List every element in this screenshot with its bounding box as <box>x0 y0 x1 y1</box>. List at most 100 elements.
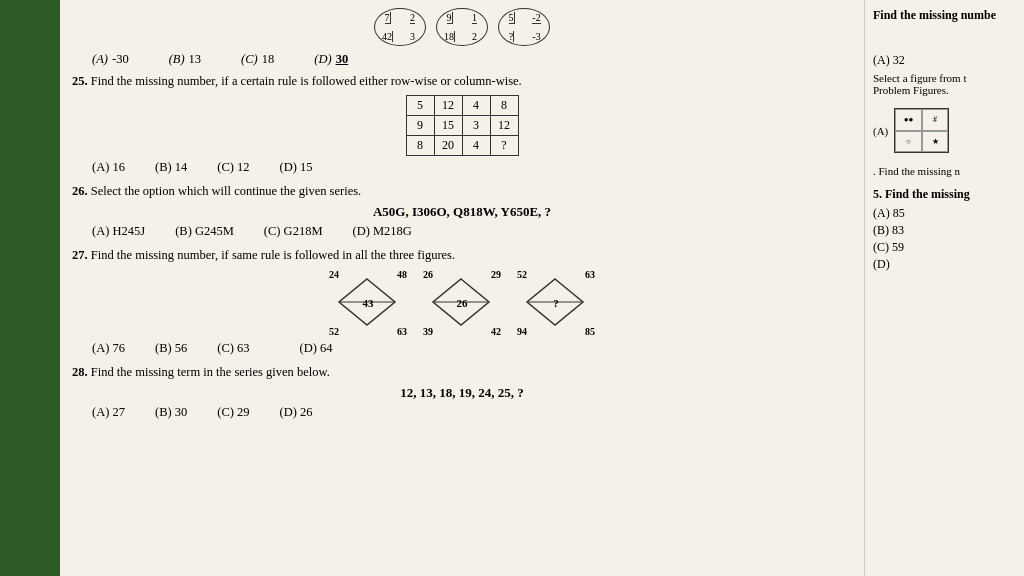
q26-text: 26. Select the option which will continu… <box>72 183 852 201</box>
right-panel: Find the missing numbe (A) 32 Select a f… <box>864 0 1024 576</box>
d3-br: 85 <box>585 326 595 337</box>
cell: 20 <box>434 135 462 155</box>
cell: 4 <box>462 135 490 155</box>
q28-text: 28. Find the missing term in the series … <box>72 364 852 382</box>
cell: 5 <box>509 12 515 24</box>
option-b: (B) G245M <box>175 224 234 239</box>
table-row: 8 20 4 ? <box>406 135 518 155</box>
cell: 4 <box>462 95 490 115</box>
d1-tr: 48 <box>397 269 407 280</box>
left-panel <box>0 0 60 576</box>
cell: -2 <box>532 12 540 24</box>
cell: 3 <box>410 31 415 42</box>
box-cell-br: ★ <box>922 131 949 153</box>
q27-options: (A) 76 (B) 56 (C) 63 (D) 64 <box>72 341 852 356</box>
cell: 12 <box>434 95 462 115</box>
cell: 15 <box>434 115 462 135</box>
box-cell-bl: ○ <box>895 131 922 153</box>
option-c: (C) G218M <box>264 224 323 239</box>
right-panel-title: Find the missing numbe <box>873 8 1016 23</box>
question-26: 26. Select the option which will continu… <box>72 183 852 240</box>
d1-br: 63 <box>397 326 407 337</box>
option-a: (A) -30 <box>92 52 129 67</box>
right-answer-section: (A) 32 Select a figure from tProblem Fig… <box>873 53 1016 96</box>
d1-center: 43 <box>363 297 374 309</box>
option-b: (B) 56 <box>155 341 187 356</box>
cell: 18 <box>444 31 455 42</box>
d1-bl: 52 <box>329 326 339 337</box>
q25-text: 25. Find the missing number, if a certai… <box>72 73 852 91</box>
q5-section: 5. Find the missing (A) 85 (B) 83 (C) 59… <box>873 187 1016 272</box>
top-options: (A) -30 (B) 13 (C) 18 (D) 30 <box>72 52 852 67</box>
d3-center: ? <box>553 297 559 309</box>
option-c: (C) 29 <box>217 405 249 420</box>
q5-option-c: (C) 59 <box>873 240 1016 255</box>
q25-table: 5 12 4 8 9 15 3 12 8 20 4 ? <box>406 95 519 156</box>
circle-fig-2: 9 1 18 2 <box>436 8 488 46</box>
q5-title: 5. Find the missing <box>873 187 1016 202</box>
cell: 2 <box>410 12 415 24</box>
option-b: (B) 30 <box>155 405 187 420</box>
right-fig-box: ●● # ○ ★ <box>894 108 949 153</box>
q27-text: 27. Find the missing number, if same rul… <box>72 247 852 265</box>
circle-fig-3: 5 -2 ? -3 <box>498 8 550 46</box>
option-a: (A) 16 <box>92 160 125 175</box>
d2-br: 42 <box>491 326 501 337</box>
question-25: 25. Find the missing number, if a certai… <box>72 73 852 175</box>
circle-fig-1: 7 2 42 3 <box>374 8 426 46</box>
option-b: (B) 14 <box>155 160 187 175</box>
cell: 5 <box>406 95 434 115</box>
cell: 42 <box>382 31 393 42</box>
option-d: (D) 64 <box>300 341 333 356</box>
right-subtitle: Select a figure from tProblem Figures. <box>873 72 1016 96</box>
q5-option-a: (A) 85 <box>873 206 1016 221</box>
option-d: (D) 15 <box>280 160 313 175</box>
option-a: (A) H245J <box>92 224 145 239</box>
table-row: 5 12 4 8 <box>406 95 518 115</box>
cell: 1 <box>472 12 477 24</box>
option-a: (A) 27 <box>92 405 125 420</box>
q28-series: 12, 13, 18, 19, 24, 25, ? <box>72 385 852 401</box>
option-a: (A) 76 <box>92 341 125 356</box>
option-c: (C) 12 <box>217 160 249 175</box>
cell: ? <box>490 135 518 155</box>
cell: 3 <box>462 115 490 135</box>
q26-series: A50G, I306O, Q818W, Y650E, ? <box>72 204 852 220</box>
diamond-fig-2: 26 29 26 39 42 <box>423 269 501 337</box>
right-box-section: (A) ●● # ○ ★ <box>873 104 1016 157</box>
box-cell-tl: ●● <box>895 109 922 131</box>
q5-option-b: (B) 83 <box>873 223 1016 238</box>
cell: ? <box>509 31 514 42</box>
d2-center: 26 <box>457 297 468 309</box>
right-answer-label: (A) 32 <box>873 53 1016 68</box>
cell: 12 <box>490 115 518 135</box>
cell: 9 <box>406 115 434 135</box>
option-c: (C) 63 <box>217 341 249 356</box>
cell: 7 <box>385 12 391 24</box>
option-b: (B) 13 <box>169 52 201 67</box>
option-d: (D) M218G <box>353 224 412 239</box>
cell: 8 <box>490 95 518 115</box>
q5-option-d: (D) <box>873 257 1016 272</box>
main-content: 7 2 42 3 9 1 18 2 5 -2 ? -3 (A) -30 (B) … <box>60 0 864 576</box>
option-c: (C) 18 <box>241 52 274 67</box>
diamond-fig-1: 24 48 43 52 63 <box>329 269 407 337</box>
d3-tr: 63 <box>585 269 595 280</box>
box-cell-tr: # <box>922 109 949 131</box>
diamond-fig-3: 52 63 ? 94 85 <box>517 269 595 337</box>
q26-options: (A) H245J (B) G245M (C) G218M (D) M218G <box>72 224 852 239</box>
find-missing-label: . Find the missing n <box>873 165 1016 177</box>
option-d: (D) 26 <box>280 405 313 420</box>
question-27: 27. Find the missing number, if same rul… <box>72 247 852 356</box>
q25-options: (A) 16 (B) 14 (C) 12 (D) 15 <box>72 160 852 175</box>
q28-options: (A) 27 (B) 30 (C) 29 (D) 26 <box>72 405 852 420</box>
d3-bl: 94 <box>517 326 527 337</box>
cell: -3 <box>532 31 540 42</box>
top-figures-row: 7 2 42 3 9 1 18 2 5 -2 ? -3 <box>72 8 852 46</box>
option-d: (D) 30 <box>314 52 348 67</box>
d2-tr: 29 <box>491 269 501 280</box>
cell: 2 <box>472 31 477 42</box>
d2-bl: 39 <box>423 326 433 337</box>
cell: 8 <box>406 135 434 155</box>
table-row: 9 15 3 12 <box>406 115 518 135</box>
